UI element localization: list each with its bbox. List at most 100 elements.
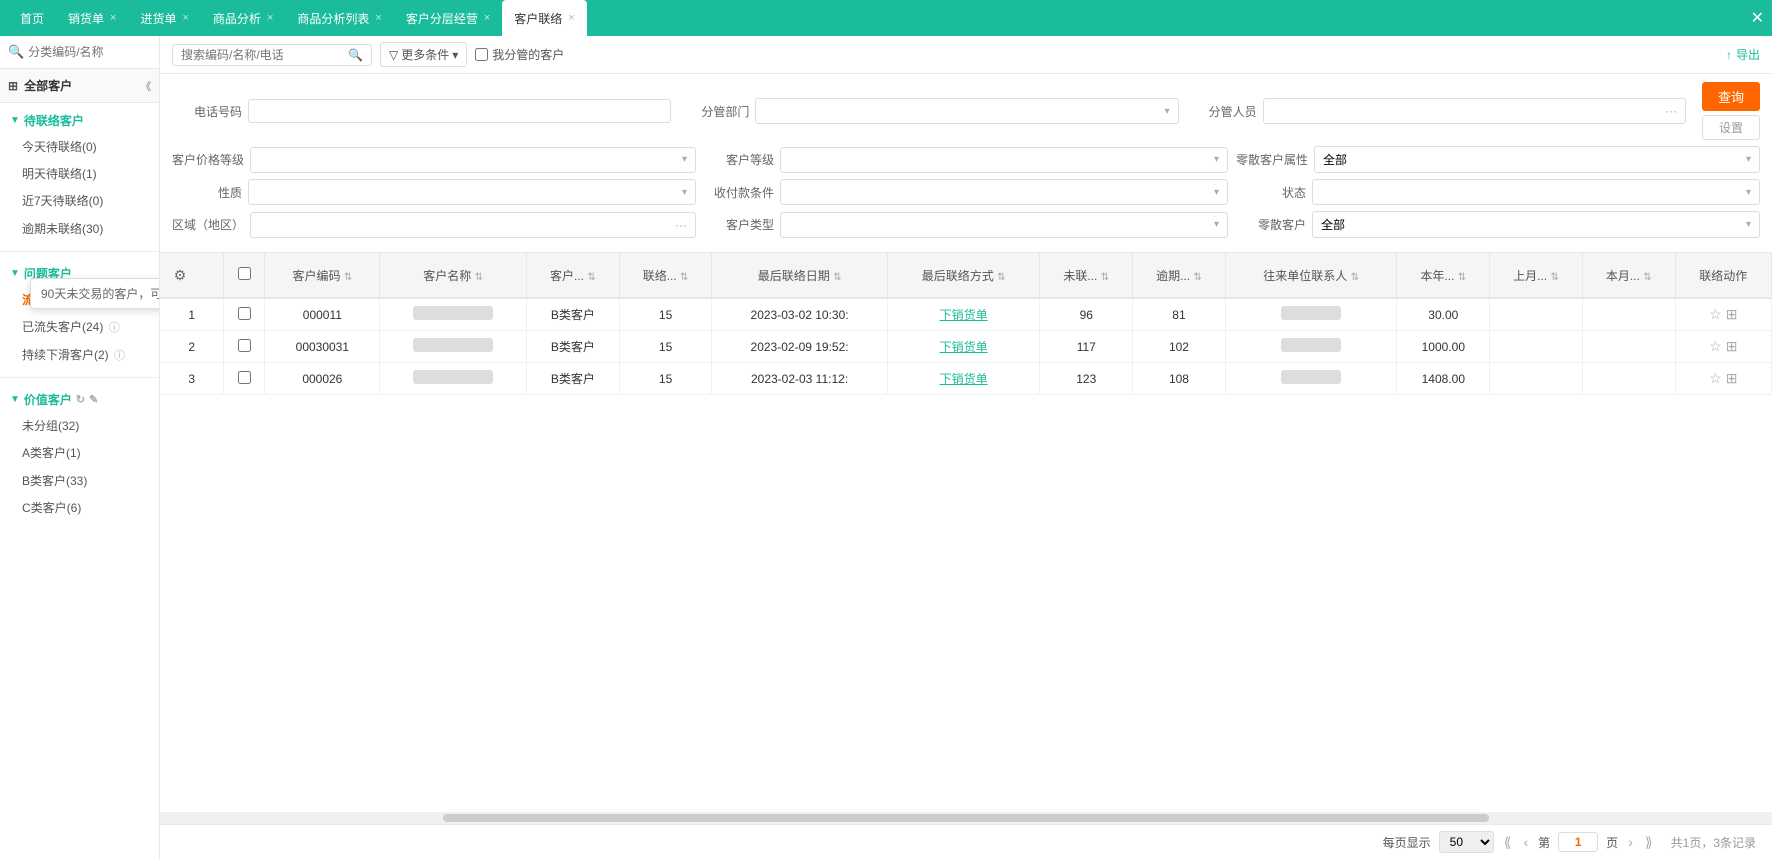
tab-customer-tier[interactable]: 客户分层经营 × xyxy=(394,0,502,36)
phone-input[interactable] xyxy=(248,99,671,123)
tab-purchase-close[interactable]: × xyxy=(182,12,188,24)
tab-customer-contact[interactable]: 客户联络 × xyxy=(502,0,586,36)
retail-attr-select[interactable]: 全部 ▾ xyxy=(1314,146,1760,173)
nav-prev-btn[interactable]: ‹ xyxy=(1521,834,1530,850)
sidebar-group-pending-title[interactable]: ▼ 待联络客户 xyxy=(0,107,159,134)
person-dots[interactable]: ··· xyxy=(1665,104,1677,118)
contact-icon-btn[interactable]: ☆ xyxy=(1709,370,1722,387)
name-sort-icon[interactable]: ⇅ xyxy=(475,272,483,283)
collapse-icon[interactable]: 《 xyxy=(141,78,151,93)
nav-first-btn[interactable]: ⟪ xyxy=(1502,834,1514,851)
page-input[interactable] xyxy=(1558,832,1598,852)
sidebar-item-tomorrow[interactable]: 明天待联络(1) xyxy=(0,161,159,188)
export-btn[interactable]: ↑ 导出 xyxy=(1726,46,1760,63)
contact-icon-btn[interactable]: ☆ xyxy=(1709,306,1722,323)
status-select[interactable]: ▾ xyxy=(1312,179,1760,205)
contact-icon-btn[interactable]: ☆ xyxy=(1709,338,1722,355)
sidebar-search-input[interactable] xyxy=(28,45,151,59)
per-page-label: 每页显示 xyxy=(1383,834,1431,851)
sidebar-item-today[interactable]: 今天待联络(0) xyxy=(0,134,159,161)
last-month-sort-icon[interactable]: ⇅ xyxy=(1550,272,1558,283)
this-year-sort-icon[interactable]: ⇅ xyxy=(1458,272,1466,283)
sidebar-item-c-class[interactable]: C类客户(6) xyxy=(0,495,159,522)
code-sort-icon[interactable]: ⇅ xyxy=(344,272,352,283)
overdue-sort-icon[interactable]: ⇅ xyxy=(1193,272,1201,283)
td-check[interactable] xyxy=(224,298,265,331)
filter-search-icon[interactable]: 🔍 xyxy=(348,48,363,62)
tab-sales-close[interactable]: × xyxy=(110,12,116,24)
retail-select[interactable]: 全部 ▾ xyxy=(1312,211,1760,238)
tab-analysis-list-close[interactable]: × xyxy=(375,12,381,24)
sidebar-group-churn-title[interactable]: ▼ 问题客户 xyxy=(0,260,159,287)
this-month-sort-icon[interactable]: ⇅ xyxy=(1643,272,1651,283)
last-method-link[interactable]: 下销货单 xyxy=(940,340,988,354)
unit-contact-sort-icon[interactable]: ⇅ xyxy=(1351,272,1359,283)
my-customers-checkbox-row[interactable]: 我分管的客户 xyxy=(475,46,564,63)
person-select[interactable]: ··· xyxy=(1263,98,1686,124)
sidebar-search-bar[interactable]: 🔍 xyxy=(0,36,159,69)
td-last-method[interactable]: 下销货单 xyxy=(887,298,1040,331)
column-settings-btn[interactable]: ⚙ xyxy=(166,261,194,289)
per-page-select[interactable]: 50 100 200 xyxy=(1439,831,1494,853)
tab-customer-tier-close[interactable]: × xyxy=(484,12,490,24)
uncontacted-sort-icon[interactable]: ⇅ xyxy=(1101,272,1109,283)
payment-select[interactable]: ▾ xyxy=(780,179,1228,205)
level-select[interactable]: ▾ xyxy=(780,147,1228,173)
tab-home[interactable]: 首页 xyxy=(8,0,56,36)
refresh-icon[interactable]: ↻ xyxy=(76,393,85,406)
nav-last-btn[interactable]: ⟫ xyxy=(1643,834,1655,851)
sidebar-item-declining[interactable]: 持续下滑客户(2) ⓘ xyxy=(0,342,159,370)
horizontal-scrollbar[interactable] xyxy=(160,812,1772,824)
more-action-btn[interactable]: ⊞ xyxy=(1726,306,1738,323)
tab-analysis[interactable]: 商品分析 × xyxy=(201,0,285,36)
row-checkbox[interactable] xyxy=(238,371,251,384)
td-last-method[interactable]: 下销货单 xyxy=(887,331,1040,363)
filter-search-input[interactable] xyxy=(181,48,344,62)
td-type: B类客户 xyxy=(527,298,620,331)
row-checkbox[interactable] xyxy=(238,339,251,352)
sidebar-item-week[interactable]: 近7天待联络(0) xyxy=(0,188,159,215)
more-conditions-btn[interactable]: ▽ 更多条件 ▾ xyxy=(380,42,467,67)
select-all-checkbox[interactable] xyxy=(238,267,251,280)
sidebar-item-b-class[interactable]: B类客户(33) xyxy=(0,468,159,495)
price-select[interactable]: ▾ xyxy=(250,147,696,173)
ctype-select[interactable]: ▾ xyxy=(780,212,1228,238)
last-method-link[interactable]: 下销货单 xyxy=(940,308,988,322)
last-method-sort-icon[interactable]: ⇅ xyxy=(997,272,1005,283)
nature-select[interactable]: ▾ xyxy=(248,179,696,205)
filter-search-box[interactable]: 🔍 xyxy=(172,44,372,66)
scrollbar-thumb[interactable] xyxy=(443,814,1488,822)
region-dots[interactable]: ··· xyxy=(675,218,687,232)
close-window-btn[interactable]: ✕ xyxy=(1751,8,1764,28)
td-last-method[interactable]: 下销货单 xyxy=(887,363,1040,395)
query-btn[interactable]: 查询 xyxy=(1702,82,1760,111)
td-check[interactable] xyxy=(224,331,265,363)
sidebar-group-value-title[interactable]: ▼ 价值客户 ↻ ✎ xyxy=(0,386,159,413)
settings-btn[interactable]: 设置 xyxy=(1702,115,1760,140)
tab-analysis-close[interactable]: × xyxy=(267,12,273,24)
sidebar-item-a-class[interactable]: A类客户(1) xyxy=(0,440,159,467)
sidebar-item-overdue[interactable]: 逾期未联络(30) xyxy=(0,216,159,243)
tab-sales[interactable]: 销货单 × xyxy=(56,0,128,36)
last-date-sort-icon[interactable]: ⇅ xyxy=(833,272,841,283)
contact-sort-icon[interactable]: ⇅ xyxy=(680,272,688,283)
sidebar-root-header[interactable]: ⊞ 全部客户 《 xyxy=(0,69,159,103)
region-select[interactable]: ··· xyxy=(250,212,696,238)
dept-select[interactable]: ▾ xyxy=(755,98,1178,124)
type-sort-icon[interactable]: ⇅ xyxy=(587,272,595,283)
sidebar-item-churn-risk[interactable]: 流失预警客户(3) ⚠ xyxy=(0,287,159,314)
nav-next-btn[interactable]: › xyxy=(1626,834,1635,850)
tab-purchase[interactable]: 进货单 × xyxy=(128,0,200,36)
edit-icon[interactable]: ✎ xyxy=(89,393,98,406)
tab-customer-contact-close[interactable]: × xyxy=(568,12,574,24)
td-check[interactable] xyxy=(224,363,265,395)
my-customers-checkbox[interactable] xyxy=(475,48,488,61)
row-checkbox[interactable] xyxy=(238,307,251,320)
sidebar-item-ungrouped[interactable]: 未分组(32) xyxy=(0,413,159,440)
more-action-btn[interactable]: ⊞ xyxy=(1726,370,1738,387)
last-method-link[interactable]: 下销货单 xyxy=(940,372,988,386)
sidebar-item-churned[interactable]: 已流失客户(24) ⓘ xyxy=(0,314,159,342)
more-action-btn[interactable]: ⊞ xyxy=(1726,338,1738,355)
tab-analysis-list[interactable]: 商品分析列表 × xyxy=(285,0,393,36)
th-last-date: 最后联络日期 ⇅ xyxy=(712,253,887,298)
